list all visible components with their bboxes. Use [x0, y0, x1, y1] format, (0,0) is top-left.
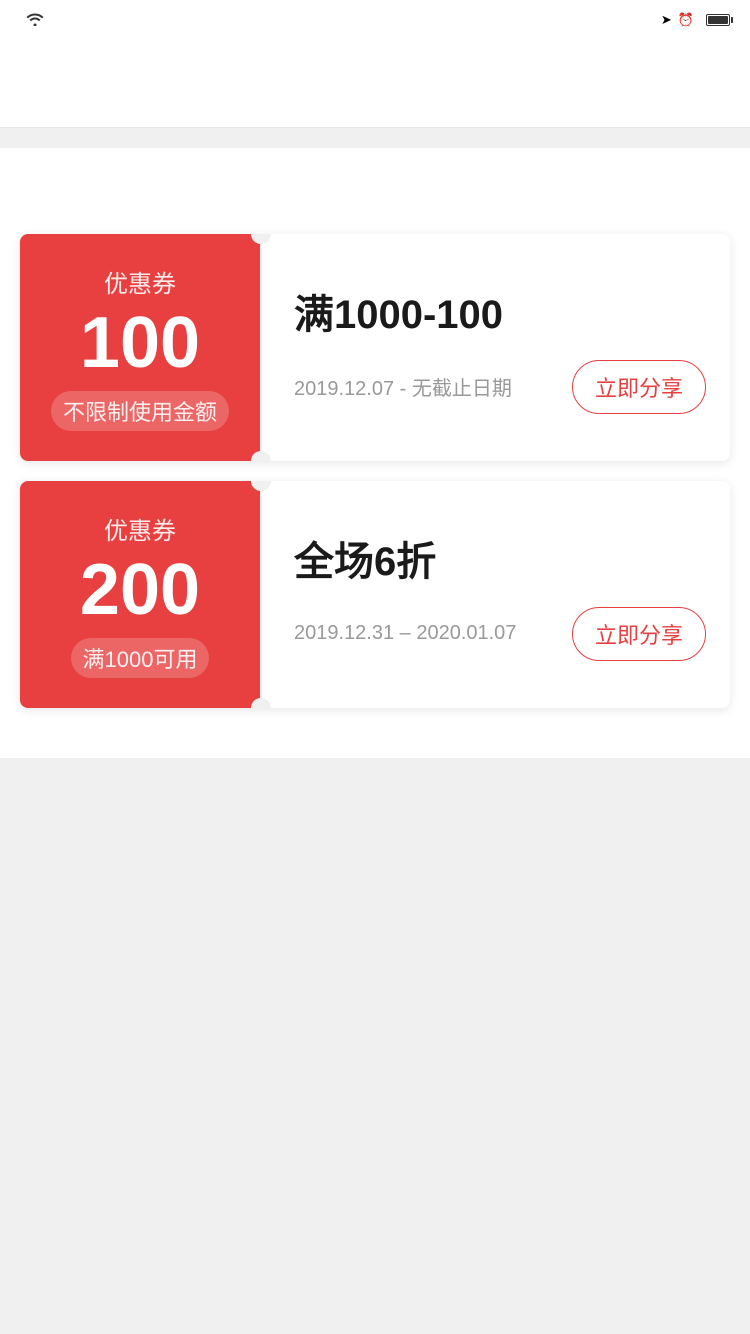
top-divider: [0, 128, 750, 148]
coupon-right-0: 满1000-100 2019.12.07 - 无截止日期 立即分享: [262, 234, 730, 461]
coupon-bottom-1: 2019.12.31 – 2020.01.07 立即分享: [294, 607, 706, 661]
empty-area: [0, 758, 750, 1258]
coupon-name-1: 全场6折: [294, 529, 706, 587]
wifi-icon: [26, 12, 44, 29]
coupon-bottom-0: 2019.12.07 - 无截止日期 立即分享: [294, 360, 706, 414]
coupon-inner-0: 优惠券 100 不限制使用金额 满1000-100 2019.12.07 - 无…: [20, 234, 730, 461]
status-right: ➤ ⏰: [661, 12, 730, 28]
coupon-label-1: 优惠券: [104, 511, 176, 546]
coupon-inner-1: 优惠券 200 满1000可用 全场6折 2019.12.31 – 2020.0…: [20, 481, 730, 708]
status-bar: ➤ ⏰: [0, 0, 750, 40]
coupon-date-1: 2019.12.31 – 2020.01.07: [294, 622, 562, 645]
back-button[interactable]: [20, 74, 40, 94]
coupon-date-0: 2019.12.07 - 无截止日期: [294, 372, 562, 401]
coupon-card-1: 优惠券 200 满1000可用 全场6折 2019.12.31 – 2020.0…: [20, 481, 730, 708]
share-button-0[interactable]: 立即分享: [572, 360, 706, 414]
coupon-left-0: 优惠券 100 不限制使用金额: [20, 234, 260, 461]
coupon-list: 优惠券 100 不限制使用金额 满1000-100 2019.12.07 - 无…: [0, 204, 750, 758]
coupon-amount-1: 200: [80, 554, 200, 626]
coupon-condition-1: 满1000可用: [71, 638, 210, 678]
coupon-amount-0: 100: [80, 307, 200, 379]
coupon-left-1: 优惠券 200 满1000可用: [20, 481, 260, 708]
alarm-icon: ⏰: [678, 12, 694, 28]
nav-bar: [0, 40, 750, 128]
coupon-label-0: 优惠券: [104, 264, 176, 299]
share-button-1[interactable]: 立即分享: [572, 607, 706, 661]
status-left: [20, 12, 44, 29]
coupon-name-0: 满1000-100: [294, 282, 706, 340]
location-icon: ➤: [661, 12, 672, 28]
coupon-condition-0: 不限制使用金额: [51, 391, 229, 431]
section-header: [0, 148, 750, 204]
battery-icon: [706, 14, 730, 26]
coupon-right-1: 全场6折 2019.12.31 – 2020.01.07 立即分享: [262, 481, 730, 708]
coupon-card-0: 优惠券 100 不限制使用金额 满1000-100 2019.12.07 - 无…: [20, 234, 730, 461]
